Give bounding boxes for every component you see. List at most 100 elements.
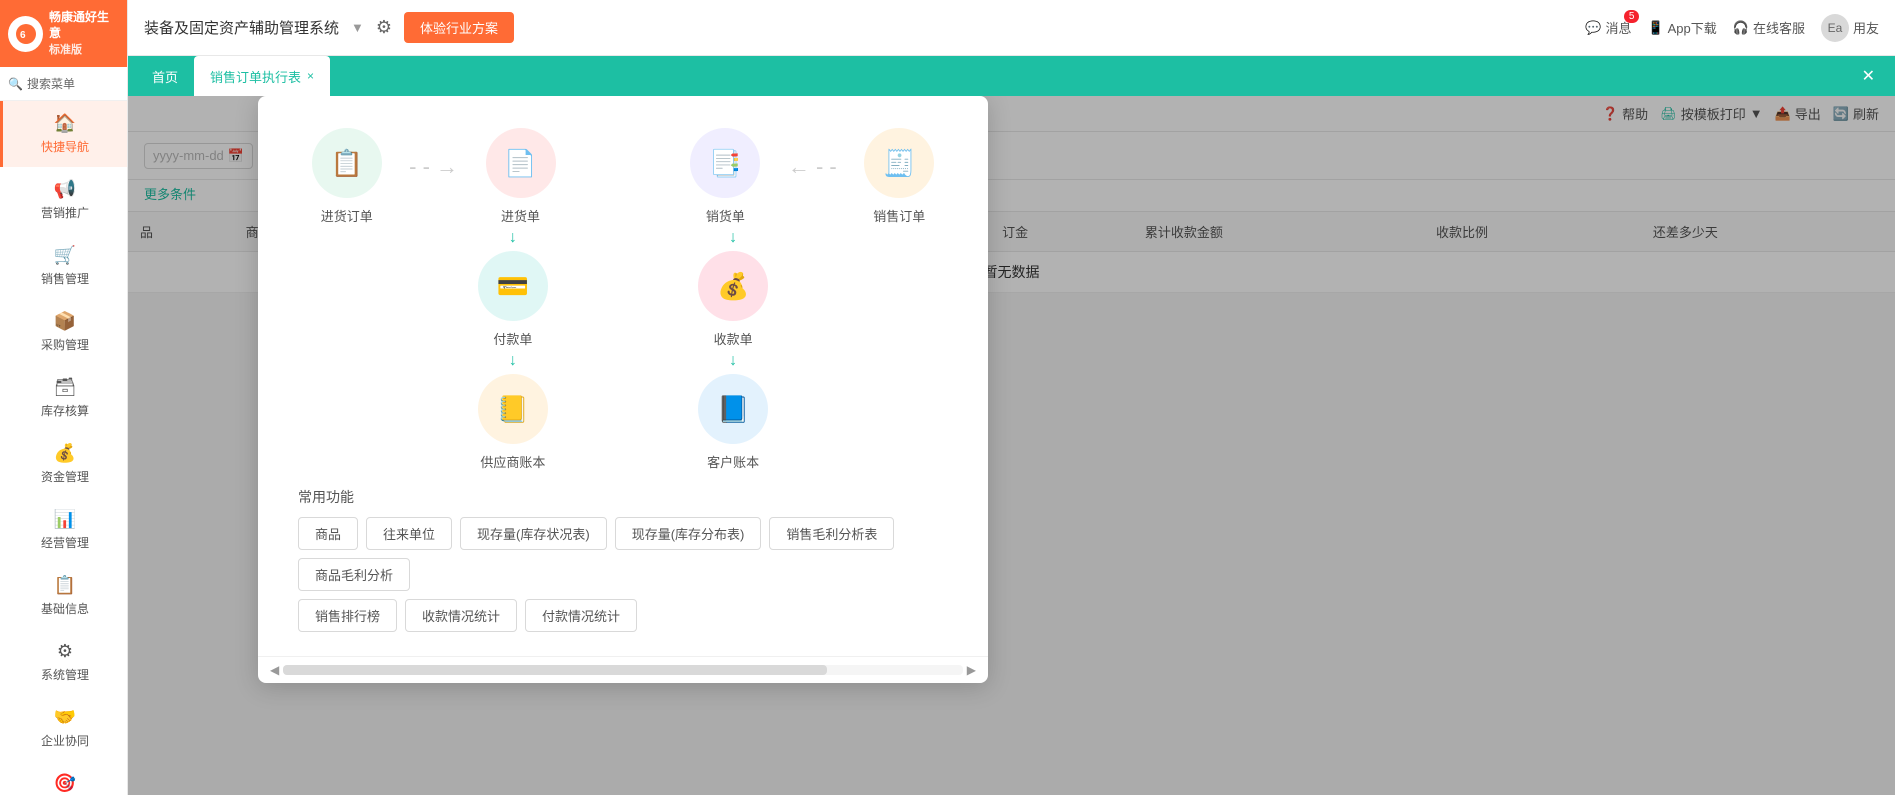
payment-bill-label: 付款单 xyxy=(493,329,532,348)
download-icon: 📱 xyxy=(1647,20,1663,36)
spacer-va2-1 xyxy=(316,352,386,370)
flow-item-purchase-order: 📋 进货订单 xyxy=(312,128,382,225)
customer-account-circle: 📘 xyxy=(698,374,768,444)
sidebar-item-purchase[interactable]: 📦 采购管理 xyxy=(0,299,127,365)
settings-icon[interactable]: ⚙ xyxy=(376,17,392,38)
sales-icon: 🛒 xyxy=(54,245,76,266)
service-icon: 🎧 xyxy=(1733,20,1749,36)
flow-diagram: 📋 进货订单 - - → 📄 xyxy=(298,128,948,471)
message-action[interactable]: 💬 消息 5 xyxy=(1585,18,1631,37)
quick-btn-partner[interactable]: 往来单位 xyxy=(366,517,452,550)
main-content: 装备及固定资产辅助管理系统 ▼ ⚙ 体验行业方案 💬 消息 5 📱 App下载 … xyxy=(128,0,1895,795)
quick-nav-icon: 🏠 xyxy=(54,113,76,134)
message-badge: 5 xyxy=(1624,10,1640,23)
sidebar-item-finance[interactable]: 💰 资金管理 xyxy=(0,431,127,497)
receipt-bill-icon: 💰 xyxy=(717,271,749,302)
sidebar-item-operations[interactable]: 📊 经营管理 xyxy=(0,497,127,563)
logo-icon: 6 xyxy=(8,16,43,52)
dropdown-icon[interactable]: ▼ xyxy=(351,20,364,35)
supplier-account-circle: 📒 xyxy=(478,374,548,444)
sales-bill-label: 销货单 xyxy=(706,206,745,225)
svg-text:6: 6 xyxy=(20,30,26,41)
flow-item-payment-bill: 💳 付款单 xyxy=(478,251,548,348)
customer-account-label: 客户账本 xyxy=(707,452,759,471)
spacer-va2-2 xyxy=(421,352,443,370)
sidebar-item-marketing[interactable]: 📢 营销推广 xyxy=(0,167,127,233)
sidebar-item-guide[interactable]: 🎯 新手引导 xyxy=(0,761,127,795)
sales-bill-icon: 📑 xyxy=(709,148,741,179)
system-icon: ⚙ xyxy=(57,641,73,662)
scroll-left-arrow[interactable]: ◀ xyxy=(270,663,279,677)
tab-sales-order[interactable]: 销售订单执行表 × xyxy=(194,56,330,96)
guide-icon: 🎯 xyxy=(54,773,76,794)
quick-btn-stock-status[interactable]: 现存量(库存状况表) xyxy=(460,517,607,550)
quick-functions-title: 常用功能 xyxy=(298,487,948,507)
topbar-actions: 💬 消息 5 📱 App下载 🎧 在线客服 Ea 用友 xyxy=(1585,14,1879,42)
sidebar-item-enterprise[interactable]: 🤝 企业协同 xyxy=(0,695,127,761)
sidebar: 6 畅康通好生意 标准版 🔍 搜索菜单 🏠 快捷导航 📢 营销推广 🛒 销售管理 xyxy=(0,0,128,795)
inventory-icon: 🗃 xyxy=(54,377,77,398)
payment-bill-icon: 💳 xyxy=(497,271,529,302)
arrow-down-pay: ↓ xyxy=(478,352,548,370)
flow-row3: 📒 供应商账本 📘 客户账本 xyxy=(298,374,948,471)
purchase-order-label: 进货订单 xyxy=(321,206,373,225)
spacer-v2 xyxy=(421,229,443,247)
quick-btn-product-profit[interactable]: 商品毛利分析 xyxy=(298,558,410,591)
arrow-down-rec: ↓ xyxy=(698,352,768,370)
quick-btn-receipt-stats[interactable]: 收款情况统计 xyxy=(405,599,517,632)
flow-row2: 💳 付款单 💰 收款单 xyxy=(298,251,948,348)
basic-info-icon: 📋 xyxy=(54,575,76,596)
quick-buttons-row2: 销售排行榜 收款情况统计 付款情况统计 xyxy=(298,599,948,632)
tab-home[interactable]: 首页 xyxy=(136,56,194,96)
spacer-v4 xyxy=(803,229,825,247)
quick-btn-sales-profit[interactable]: 销售毛利分析表 xyxy=(769,517,894,550)
arrow-down-sb: ↓ xyxy=(698,229,768,247)
quick-btn-product[interactable]: 商品 xyxy=(298,517,358,550)
flow-item-supplier-account: 📒 供应商账本 xyxy=(478,374,548,471)
flow-item-sales-order: 🧾 销售订单 xyxy=(864,128,934,225)
sidebar-item-basic-info[interactable]: 📋 基础信息 xyxy=(0,563,127,629)
supplier-account-icon: 📒 xyxy=(497,394,529,425)
sidebar-item-sales[interactable]: 🛒 销售管理 xyxy=(0,233,127,299)
tab-close-button[interactable]: × xyxy=(307,69,314,83)
spacer-va2-3 xyxy=(583,352,663,370)
quick-btn-payment-stats[interactable]: 付款情况统计 xyxy=(525,599,637,632)
quick-btn-sales-rank[interactable]: 销售排行榜 xyxy=(298,599,397,632)
arrow-po-pb: - - → xyxy=(409,154,458,180)
system-title: 装备及固定资产辅助管理系统 xyxy=(144,17,339,38)
scroll-hint: ◀ ▶ xyxy=(258,656,988,683)
flow-item-customer-account: 📘 客户账本 xyxy=(698,374,768,471)
arrow-sb-so: ← - - xyxy=(788,154,837,180)
search-menu[interactable]: 🔍 搜索菜单 xyxy=(0,67,127,101)
user-avatar-action[interactable]: Ea 用友 xyxy=(1821,14,1879,42)
app-download-action[interactable]: 📱 App下载 xyxy=(1647,18,1716,37)
message-icon: 💬 xyxy=(1585,20,1601,36)
spacer-v1 xyxy=(316,229,386,247)
search-icon: 🔍 xyxy=(8,77,23,91)
scroll-right-arrow[interactable]: ▶ xyxy=(967,663,976,677)
sidebar-item-system[interactable]: ⚙ 系统管理 xyxy=(0,629,127,695)
experience-button[interactable]: 体验行业方案 xyxy=(404,12,514,43)
receipt-bill-circle: 💰 xyxy=(698,251,768,321)
modal-overlay[interactable]: 📋 进货订单 - - → 📄 xyxy=(128,96,1895,795)
scroll-track xyxy=(283,665,963,675)
tabbar: 首页 销售订单执行表 × ✕ xyxy=(128,56,1895,96)
spacer-va2-4 xyxy=(803,352,825,370)
flow-item-sales-bill: 📑 销货单 xyxy=(690,128,760,225)
sidebar-item-inventory[interactable]: 🗃 库存核算 xyxy=(0,365,127,431)
spacer-v5 xyxy=(860,229,930,247)
topbar: 装备及固定资产辅助管理系统 ▼ ⚙ 体验行业方案 💬 消息 5 📱 App下载 … xyxy=(128,0,1895,56)
sidebar-nav: 🏠 快捷导航 📢 营销推广 🛒 销售管理 📦 采购管理 🗃 库存核算 💰 xyxy=(0,101,127,795)
sidebar-item-quick-nav[interactable]: 🏠 快捷导航 xyxy=(0,101,127,167)
receipt-bill-label: 收款单 xyxy=(714,329,753,348)
modal-body: 📋 进货订单 - - → 📄 xyxy=(258,96,988,656)
quick-btn-stock-dist[interactable]: 现存量(库存分布表) xyxy=(615,517,762,550)
sales-order-circle: 🧾 xyxy=(864,128,934,198)
purchase-icon: 📦 xyxy=(54,311,76,332)
marketing-icon: 📢 xyxy=(54,179,76,200)
spacer-va2-5 xyxy=(860,352,930,370)
online-service-action[interactable]: 🎧 在线客服 xyxy=(1733,18,1805,37)
tabbar-close-button[interactable]: ✕ xyxy=(1850,66,1887,86)
flow-modal: 📋 进货订单 - - → 📄 xyxy=(258,96,988,683)
scroll-thumb xyxy=(283,665,827,675)
